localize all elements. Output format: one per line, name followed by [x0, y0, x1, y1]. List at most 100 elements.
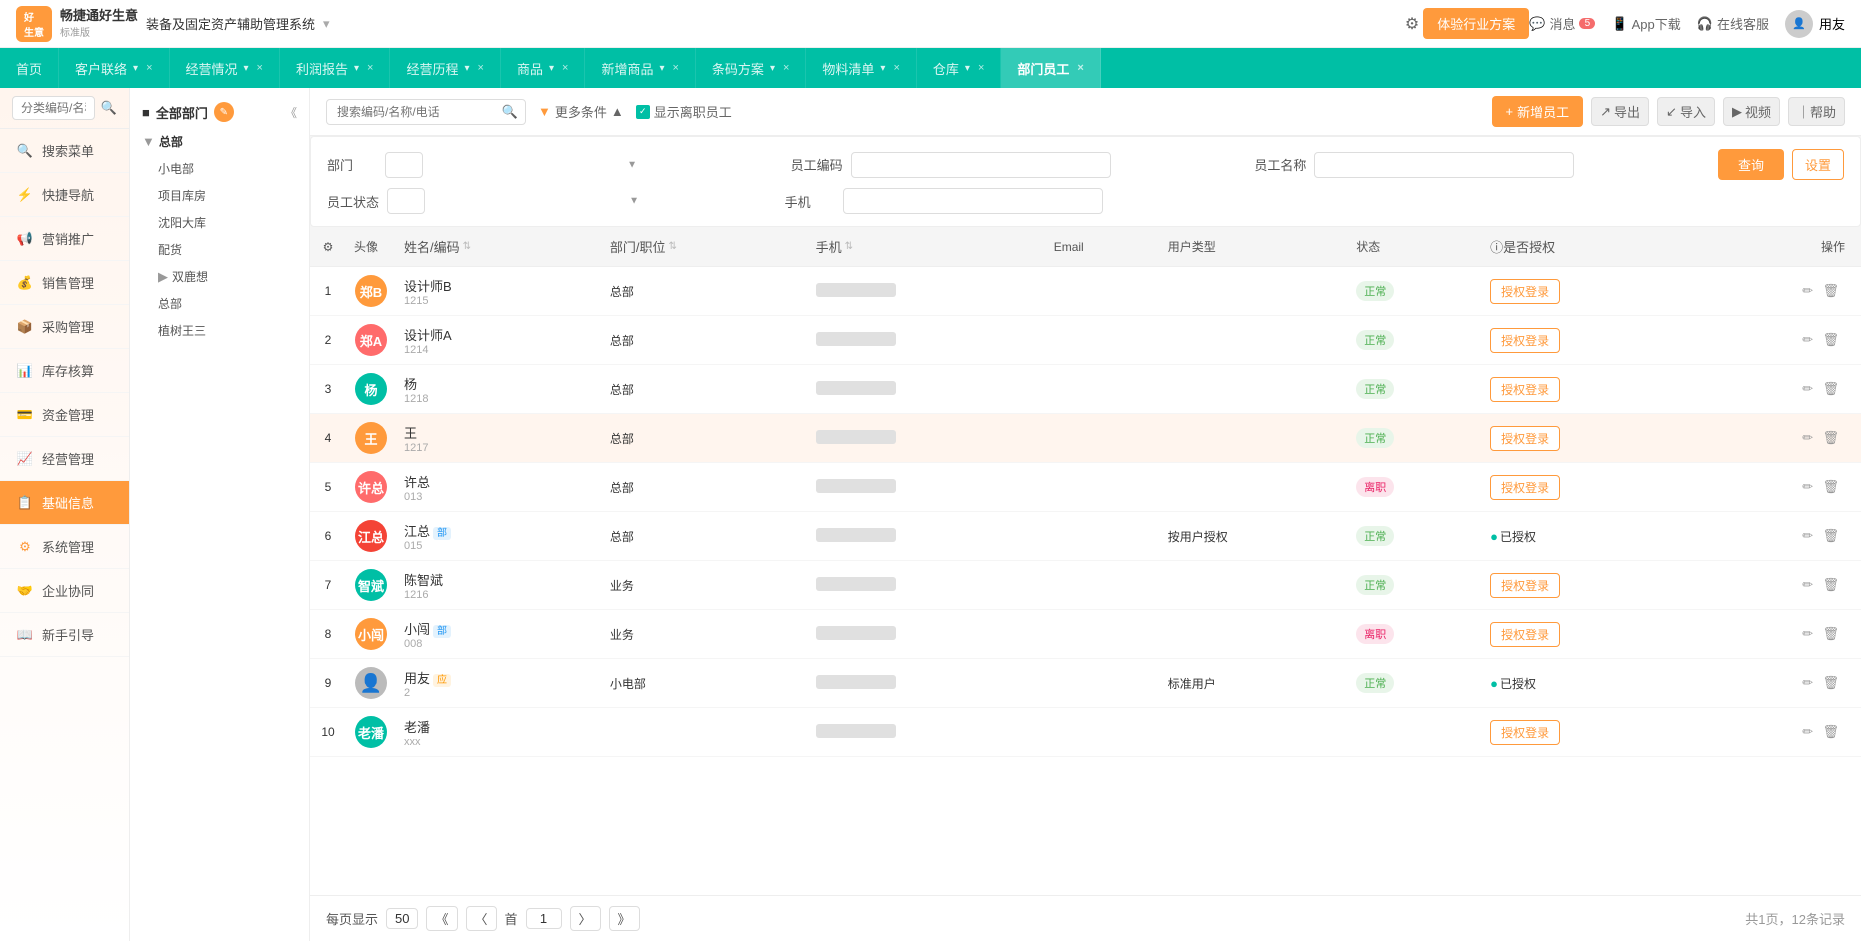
dept-node-headquarter[interactable]: ▼总部 — [130, 128, 309, 155]
tab-warehouse[interactable]: 仓库 ▾ × — [917, 48, 1001, 88]
show-resigned[interactable]: ✓ 显示离职员工 — [636, 102, 732, 121]
tab-new-goods-close[interactable]: × — [672, 62, 678, 74]
tab-material-close[interactable]: × — [893, 62, 899, 74]
th-settings[interactable]: ⚙ — [310, 227, 346, 267]
show-resigned-checkbox[interactable]: ✓ — [636, 105, 650, 119]
tab-barcode[interactable]: 条码方案 ▾ × — [696, 48, 806, 88]
import-button[interactable]: ↙ 导入 — [1657, 97, 1715, 126]
sidebar-item-search[interactable]: 🔍 搜索菜单 — [0, 129, 129, 173]
edit-button[interactable]: ✏ — [1802, 332, 1813, 347]
delete-button[interactable]: 🗑 — [1822, 675, 1839, 690]
dept-node-project[interactable]: 项目库房 — [130, 182, 309, 209]
dept-node-zhishu[interactable]: 植树王三 — [130, 317, 309, 344]
edit-button[interactable]: ✏ — [1802, 528, 1813, 543]
tab-operation[interactable]: 经营情况 ▾ × — [170, 48, 280, 88]
trial-button[interactable]: 体验行业方案 — [1423, 8, 1529, 39]
sidebar-item-management[interactable]: 📈 经营管理 — [0, 437, 129, 481]
tab-warehouse-close[interactable]: × — [978, 62, 984, 74]
sidebar-item-system[interactable]: ⚙ 系统管理 — [0, 525, 129, 569]
dept-edit-icon[interactable]: ✎ — [214, 102, 234, 122]
sidebar-item-sales[interactable]: 💰 销售管理 — [0, 261, 129, 305]
search-icon[interactable]: 🔍 — [502, 104, 518, 120]
page-prev-button[interactable]: 〈 — [466, 906, 497, 931]
gear-button[interactable]: ⚙ — [1405, 14, 1419, 34]
delete-button[interactable]: 🗑 — [1822, 283, 1839, 298]
edit-button[interactable]: ✏ — [1802, 675, 1813, 690]
edit-button[interactable]: ✏ — [1802, 626, 1813, 641]
filter-status-select[interactable] — [387, 188, 425, 214]
query-button[interactable]: 查询 — [1718, 149, 1784, 180]
tab-goods[interactable]: 商品 ▾ × — [501, 48, 585, 88]
tab-history[interactable]: 经营历程 ▾ × — [390, 48, 500, 88]
delete-button[interactable]: 🗑 — [1822, 577, 1839, 592]
edit-button[interactable]: ✏ — [1802, 283, 1813, 298]
delete-button[interactable]: 🗑 — [1822, 724, 1839, 739]
tab-material[interactable]: 物料清单 ▾ × — [806, 48, 916, 88]
sidebar-item-collab[interactable]: 🤝 企业协同 — [0, 569, 129, 613]
filter-phone-input[interactable] — [843, 188, 1103, 214]
delete-button[interactable]: 🗑 — [1822, 430, 1839, 445]
page-next-button[interactable]: 〉 — [570, 906, 601, 931]
sidebar-item-guide[interactable]: 📖 新手引导 — [0, 613, 129, 657]
edit-button[interactable]: ✏ — [1802, 724, 1813, 739]
dept-node-zongbu[interactable]: 总部 — [130, 290, 309, 317]
dept-node-peihuo[interactable]: 配货 — [130, 236, 309, 263]
th-name[interactable]: 姓名/编码⇅ — [396, 227, 602, 267]
edit-button[interactable]: ✏ — [1802, 577, 1813, 592]
delete-button[interactable]: 🗑 — [1822, 332, 1839, 347]
sidebar-item-inventory[interactable]: 📊 库存核算 — [0, 349, 129, 393]
reset-button[interactable]: 设置 — [1792, 149, 1844, 180]
view-button[interactable]: ▶ 视频 — [1723, 97, 1780, 126]
auth-button[interactable]: 授权登录 — [1490, 328, 1560, 353]
sidebar-item-purchase[interactable]: 📦 采购管理 — [0, 305, 129, 349]
tab-customer[interactable]: 客户联络 ▾ × — [59, 48, 169, 88]
tab-new-goods[interactable]: 新增商品 ▾ × — [585, 48, 695, 88]
page-input[interactable] — [526, 908, 562, 929]
filter-emp-code-input[interactable] — [851, 152, 1111, 178]
tab-employee[interactable]: 部门员工 × — [1001, 48, 1100, 88]
app-download-button[interactable]: 📱 App下载 — [1611, 14, 1680, 33]
th-dept[interactable]: 部门/职位⇅ — [602, 227, 808, 267]
tab-profit[interactable]: 利润报告 ▾ × — [280, 48, 390, 88]
auth-button[interactable]: 授权登录 — [1490, 279, 1560, 304]
sidebar-item-basic[interactable]: 📋 基础信息 — [0, 481, 129, 525]
page-last-button[interactable]: 》 — [609, 906, 640, 931]
add-employee-button[interactable]: + 新增员工 — [1492, 96, 1584, 127]
auth-button[interactable]: 授权登录 — [1490, 426, 1560, 451]
auth-button[interactable]: 授权登录 — [1490, 573, 1560, 598]
edit-button[interactable]: ✏ — [1802, 430, 1813, 445]
page-first-button[interactable]: 《 — [426, 906, 457, 931]
sidebar-item-quicknav[interactable]: ⚡ 快捷导航 — [0, 173, 129, 217]
tab-profit-close[interactable]: × — [367, 62, 373, 74]
online-service-button[interactable]: 🎧 在线客服 — [1697, 14, 1769, 33]
export-button[interactable]: ↗ 导出 — [1591, 97, 1649, 126]
sidebar-item-finance[interactable]: 💳 资金管理 — [0, 393, 129, 437]
edit-button[interactable]: ✏ — [1802, 479, 1813, 494]
tab-customer-close[interactable]: × — [146, 62, 152, 74]
filter-btn[interactable]: ▼ 更多条件 ▲ — [538, 102, 624, 121]
edit-button[interactable]: ✏ — [1802, 381, 1813, 396]
tab-goods-close[interactable]: × — [562, 62, 568, 74]
delete-button[interactable]: 🗑 — [1822, 381, 1839, 396]
message-button[interactable]: 💬 消息 5 — [1529, 14, 1595, 33]
tab-home[interactable]: 首页 — [0, 48, 59, 88]
dept-collapse-icon[interactable]: 《 — [285, 104, 297, 121]
auth-button[interactable]: 授权登录 — [1490, 377, 1560, 402]
category-search-input[interactable] — [12, 96, 95, 120]
category-search-icon[interactable]: 🔍 — [101, 100, 117, 116]
search-input[interactable] — [326, 99, 526, 125]
filter-dept-select[interactable] — [385, 152, 423, 178]
tab-barcode-close[interactable]: × — [783, 62, 789, 74]
tab-history-close[interactable]: × — [478, 62, 484, 74]
tab-operation-close[interactable]: × — [257, 62, 263, 74]
th-phone[interactable]: 手机⇅ — [808, 227, 1046, 267]
auth-button[interactable]: 授权登录 — [1490, 720, 1560, 745]
auth-button[interactable]: 授权登录 — [1490, 475, 1560, 500]
sidebar-item-marketing[interactable]: 📢 营销推广 — [0, 217, 129, 261]
tab-employee-close[interactable]: × — [1077, 62, 1083, 74]
dept-node-shenyang[interactable]: 沈阳大库 — [130, 209, 309, 236]
all-dept-text[interactable]: 全部部门 — [156, 103, 208, 122]
delete-button[interactable]: 🗑 — [1822, 626, 1839, 641]
system-dropdown-icon[interactable]: ▾ — [323, 16, 330, 32]
dept-node-xiaodian[interactable]: 小电部 — [130, 155, 309, 182]
